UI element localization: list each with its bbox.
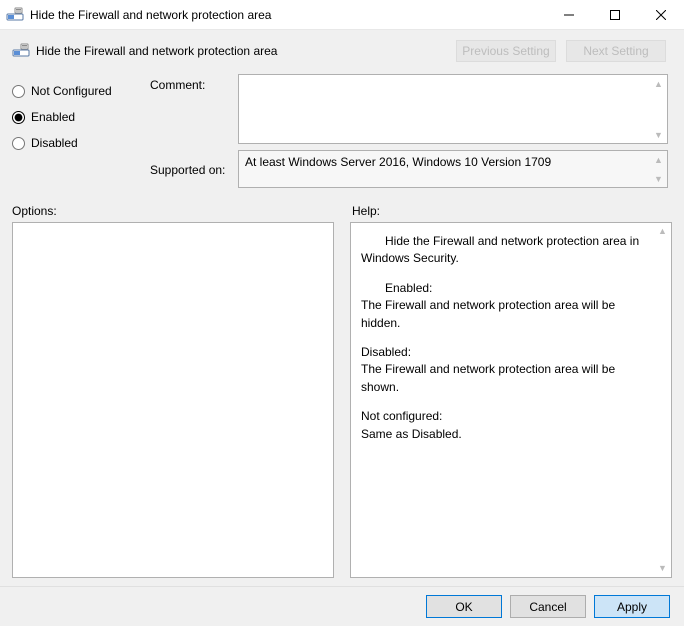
- ok-button[interactable]: OK: [426, 595, 502, 618]
- comment-label: Comment:: [150, 78, 230, 148]
- field-values: ▲ ▼ At least Windows Server 2016, Window…: [238, 74, 672, 192]
- help-intro: Hide the Firewall and network protection…: [361, 233, 649, 268]
- field-labels: Comment: Supported on:: [150, 74, 230, 192]
- help-label: Help:: [352, 204, 672, 218]
- next-setting-button[interactable]: Next Setting: [566, 40, 666, 62]
- supported-on-text: At least Windows Server 2016, Windows 10…: [245, 155, 551, 169]
- radio-disabled[interactable]: Disabled: [12, 130, 142, 156]
- scroll-up-icon: ▲: [654, 223, 671, 240]
- scroll-down-icon: ▼: [650, 126, 667, 143]
- scrollbar: ▲ ▼: [650, 151, 667, 187]
- policy-title: Hide the Firewall and network protection…: [36, 44, 456, 58]
- scrollbar[interactable]: ▲ ▼: [650, 75, 667, 143]
- scroll-up-icon: ▲: [650, 75, 667, 92]
- dialog-footer: OK Cancel Apply: [0, 586, 684, 626]
- radio-label: Enabled: [31, 110, 75, 124]
- radio-label: Not Configured: [31, 84, 112, 98]
- scroll-down-icon: ▼: [650, 170, 667, 187]
- supported-on-field: At least Windows Server 2016, Windows 10…: [238, 150, 668, 188]
- title-bar: Hide the Firewall and network protection…: [0, 0, 684, 30]
- scroll-up-icon: ▲: [650, 151, 667, 168]
- help-panel: Hide the Firewall and network protection…: [350, 222, 672, 578]
- help-notconfigured-heading: Not configured:: [361, 409, 442, 423]
- previous-setting-button[interactable]: Previous Setting: [456, 40, 556, 62]
- help-enabled-heading: Enabled:: [361, 280, 649, 297]
- comment-input[interactable]: ▲ ▼: [238, 74, 668, 144]
- panel-labels: Options: Help:: [0, 192, 684, 222]
- window: Hide the Firewall and network protection…: [0, 0, 684, 626]
- cancel-button[interactable]: Cancel: [510, 595, 586, 618]
- options-label: Options:: [12, 204, 332, 218]
- radio-enabled-input[interactable]: [12, 111, 25, 124]
- config-row: Not Configured Enabled Disabled Comment:…: [0, 68, 684, 192]
- maximize-button[interactable]: [592, 0, 638, 30]
- window-title: Hide the Firewall and network protection…: [30, 8, 546, 22]
- radio-enabled[interactable]: Enabled: [12, 104, 142, 130]
- scrollbar[interactable]: ▲ ▼: [654, 223, 671, 577]
- help-notconfigured-text: Same as Disabled.: [361, 427, 462, 441]
- minimize-button[interactable]: [546, 0, 592, 30]
- policy-icon: [6, 6, 24, 24]
- dialog-body: Hide the Firewall and network protection…: [0, 30, 684, 626]
- radio-disabled-input[interactable]: [12, 137, 25, 150]
- help-disabled-text: The Firewall and network protection area…: [361, 362, 615, 393]
- radio-not-configured[interactable]: Not Configured: [12, 78, 142, 104]
- state-radio-group: Not Configured Enabled Disabled: [12, 74, 142, 192]
- help-disabled-heading: Disabled:: [361, 345, 411, 359]
- policy-icon: [12, 42, 30, 60]
- header-row: Hide the Firewall and network protection…: [0, 30, 684, 68]
- close-button[interactable]: [638, 0, 684, 30]
- apply-button[interactable]: Apply: [594, 595, 670, 618]
- window-controls: [546, 0, 684, 30]
- scroll-down-icon: ▼: [654, 560, 671, 577]
- help-enabled-text: The Firewall and network protection area…: [361, 298, 615, 329]
- options-panel: [12, 222, 334, 578]
- panels-row: Hide the Firewall and network protection…: [0, 222, 684, 586]
- radio-not-configured-input[interactable]: [12, 85, 25, 98]
- supported-on-label: Supported on:: [150, 148, 230, 192]
- radio-label: Disabled: [31, 136, 78, 150]
